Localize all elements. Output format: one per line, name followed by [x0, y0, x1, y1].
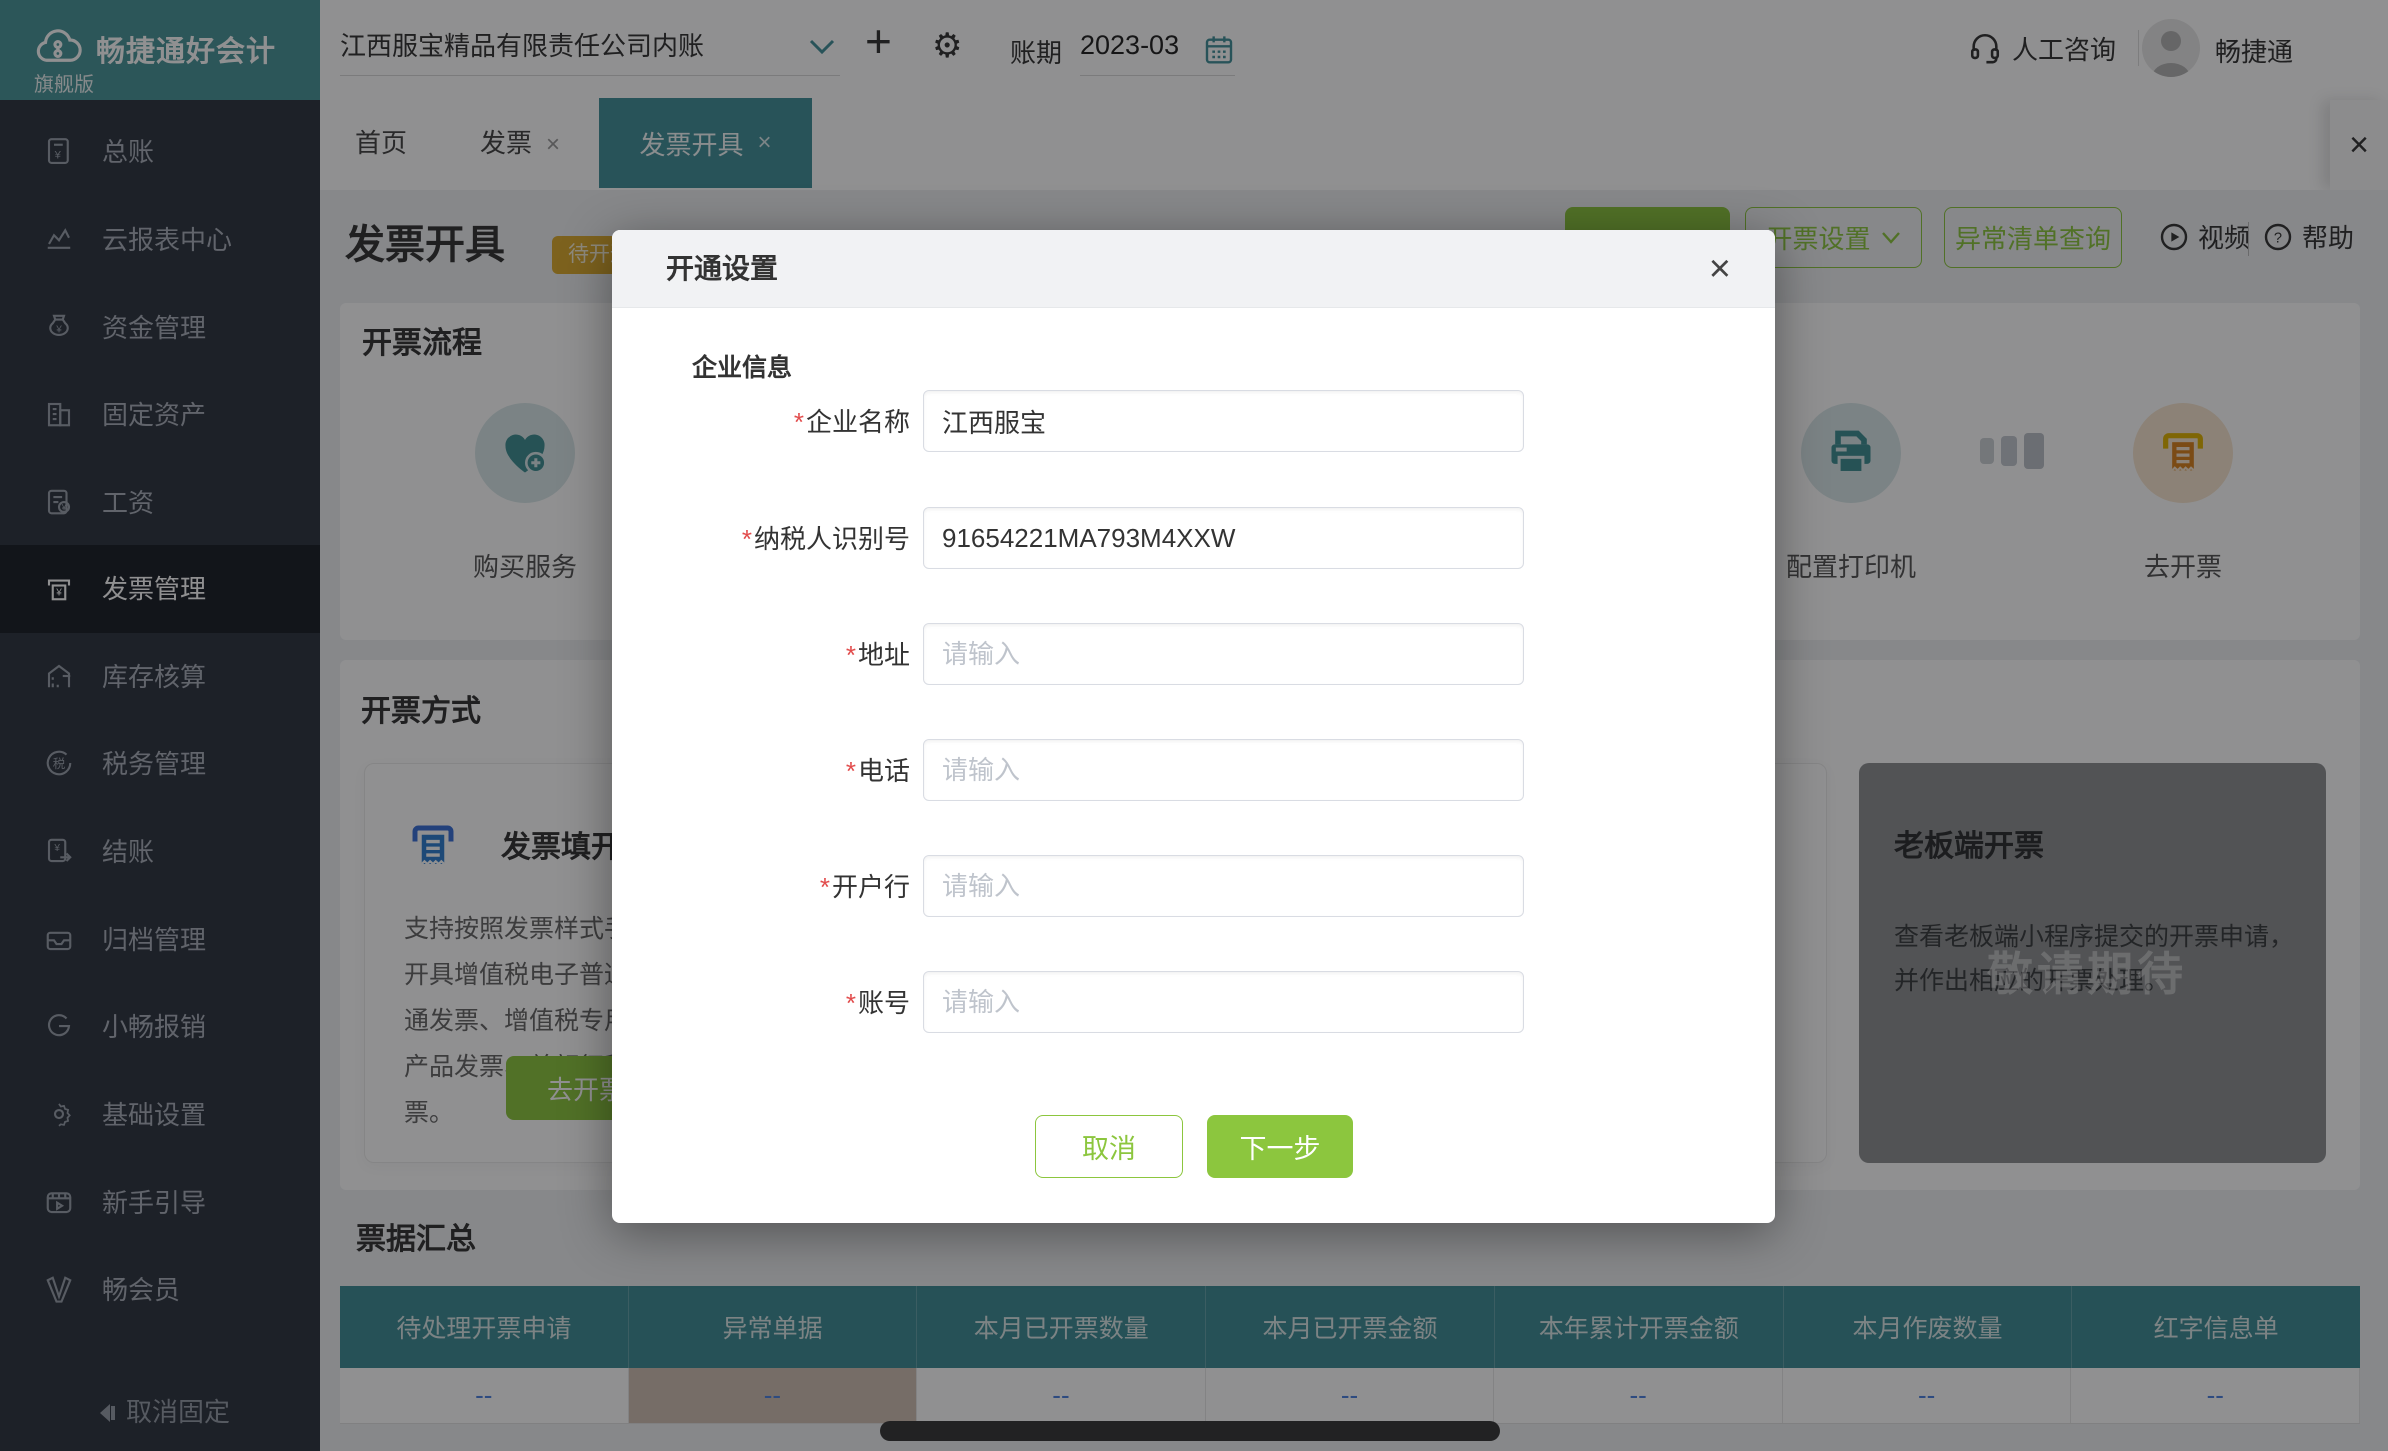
company-info-section-label: 企业信息	[692, 354, 793, 382]
form-row-taxpayer-id: *纳税人识别号	[612, 507, 1775, 571]
required-asterisk: *	[819, 872, 830, 902]
next-step-button[interactable]: 下一步	[1207, 1115, 1353, 1178]
company-name-field[interactable]	[923, 390, 1524, 452]
required-asterisk: *	[845, 756, 856, 786]
form-row-address: *地址	[612, 623, 1775, 687]
required-asterisk: *	[793, 407, 804, 437]
account-number-field[interactable]	[923, 971, 1524, 1033]
taxpayer-id-field[interactable]	[923, 507, 1524, 569]
dialog-title: 开通设置	[666, 253, 779, 284]
required-asterisk: *	[845, 640, 856, 670]
activation-settings-dialog: 开通设置 × 企业信息 *企业名称 *纳税人识别号 *地址 *电话 *开户行 *…	[612, 230, 1775, 1223]
dialog-header: 开通设置 ×	[612, 230, 1775, 308]
form-row-bank: *开户行	[612, 855, 1775, 919]
required-asterisk: *	[845, 988, 856, 1018]
close-icon[interactable]: ×	[1709, 230, 1731, 308]
form-row-account-number: *账号	[612, 971, 1775, 1035]
address-field[interactable]	[923, 623, 1524, 685]
form-row-company-name: *企业名称	[612, 390, 1775, 454]
phone-field[interactable]	[923, 739, 1524, 801]
form-row-phone: *电话	[612, 739, 1775, 803]
cancel-button[interactable]: 取消	[1035, 1115, 1183, 1178]
required-asterisk: *	[741, 524, 752, 554]
bank-field[interactable]	[923, 855, 1524, 917]
app-window: 畅捷通好会计 旗舰版 ¥ 总账 云报表中心 ¥ 资金管理 固定资产 ¥ 工资 ¥…	[0, 0, 2388, 1451]
